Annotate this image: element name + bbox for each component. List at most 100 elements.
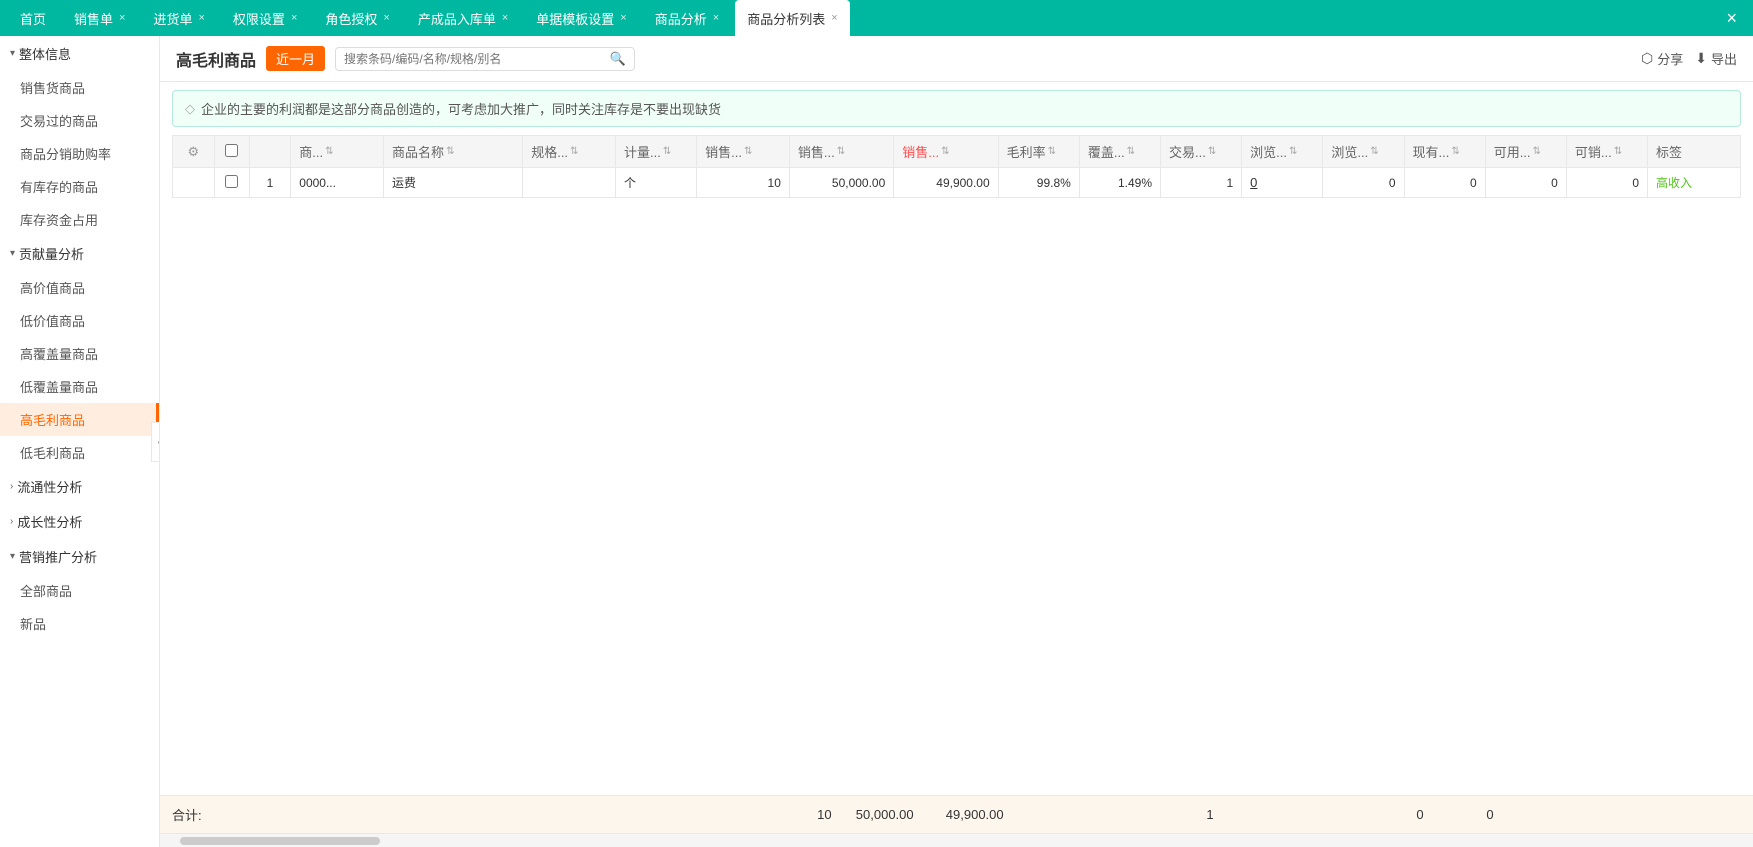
nav-item-inbound[interactable]: 产成品入库单 ×	[406, 0, 520, 36]
sidebar-item-traded-goods[interactable]: 交易过的商品	[0, 104, 159, 137]
sort-icon-browse1[interactable]: ⇅	[1289, 146, 1297, 157]
row-code[interactable]: 0000...	[291, 168, 384, 198]
row-spec	[523, 168, 616, 198]
sidebar: « ▾ 整体信息 销售货商品 交易过的商品 商品分销助购率 有库存的商品 库存资…	[0, 36, 160, 847]
th-spec[interactable]: 规格... ⇅	[523, 136, 616, 168]
nav-item-analysis[interactable]: 商品分析 ×	[643, 0, 731, 36]
sidebar-group-contribution[interactable]: ▾ 贡献量分析	[0, 236, 159, 271]
group-arrow-marketing: ▾	[10, 551, 15, 562]
sidebar-item-high-coverage[interactable]: 高覆盖量商品	[0, 337, 159, 370]
sort-icon-avail[interactable]: ⇅	[1533, 146, 1541, 157]
sort-icon-sales-amt[interactable]: ⇅	[837, 146, 845, 157]
nav-close-inbound[interactable]: ×	[502, 12, 508, 24]
nav-close-sales[interactable]: ×	[119, 12, 125, 24]
nav-item-permission[interactable]: 权限设置 ×	[221, 0, 309, 36]
sort-icon-sales-cost[interactable]: ⇅	[941, 146, 949, 157]
sort-icon-gross-rate[interactable]: ⇅	[1048, 146, 1056, 157]
th-settings[interactable]: ⚙	[173, 136, 215, 168]
sidebar-group-label-contribution: 贡献量分析	[19, 244, 84, 263]
th-browse1[interactable]: 浏览... ⇅	[1242, 136, 1323, 168]
data-table: ⚙ 商... ⇅	[172, 135, 1741, 198]
nav-item-purchase[interactable]: 进货单 ×	[141, 0, 216, 36]
sort-icon-browse2[interactable]: ⇅	[1370, 146, 1378, 157]
sort-icon-unit[interactable]: ⇅	[663, 146, 671, 157]
sidebar-item-high-margin[interactable]: 高毛利商品	[0, 403, 159, 436]
sort-icon-stock[interactable]: ⇅	[1451, 146, 1459, 157]
nav-item-home[interactable]: 首页	[8, 0, 58, 36]
info-banner: ◇ 企业的主要的利润都是这部分商品创造的，可考虑加大推广，同时关注库存是不要出现…	[172, 90, 1741, 127]
th-stock[interactable]: 现有... ⇅	[1404, 136, 1485, 168]
th-sales-amt[interactable]: 销售... ⇅	[789, 136, 893, 168]
filter-label: 近一月	[276, 52, 315, 67]
nav-close-permission[interactable]: ×	[291, 12, 297, 24]
th-avail[interactable]: 可用... ⇅	[1485, 136, 1566, 168]
nav-close-role[interactable]: ×	[383, 12, 389, 24]
nav-item-role[interactable]: 角色授权 ×	[313, 0, 401, 36]
th-cover[interactable]: 覆盖... ⇅	[1079, 136, 1160, 168]
top-nav: 首页 销售单 × 进货单 × 权限设置 × 角色授权 × 产成品入库单 × 单据…	[0, 0, 1753, 36]
window-close-button[interactable]: ×	[1718, 8, 1745, 29]
export-button[interactable]: ⬇ 导出	[1695, 49, 1737, 68]
info-icon: ◇	[185, 101, 195, 117]
sidebar-item-all-goods[interactable]: 全部商品	[0, 574, 159, 607]
row-browse1[interactable]: 0	[1242, 168, 1323, 198]
sidebar-item-sales-goods[interactable]: 销售货商品	[0, 71, 159, 104]
sidebar-item-low-margin[interactable]: 低毛利商品	[0, 436, 159, 469]
nav-item-sales[interactable]: 销售单 ×	[62, 0, 137, 36]
sidebar-collapse-button[interactable]: «	[151, 422, 160, 462]
row-name[interactable]: 运费	[384, 168, 523, 198]
sidebar-group-circulation[interactable]: › 流通性分析	[0, 469, 159, 504]
th-checkbox[interactable]	[214, 136, 249, 168]
nav-label-permission: 权限设置	[233, 9, 285, 28]
sidebar-item-high-value[interactable]: 高价值商品	[0, 271, 159, 304]
th-sales-qty[interactable]: 销售... ⇅	[697, 136, 790, 168]
sidebar-group-growth[interactable]: › 成长性分析	[0, 504, 159, 539]
select-all-checkbox[interactable]	[225, 144, 238, 157]
row-select-checkbox[interactable]	[225, 175, 238, 188]
th-unit[interactable]: 计量... ⇅	[615, 136, 696, 168]
th-code[interactable]: 商... ⇅	[291, 136, 384, 168]
th-sales-cost[interactable]: 销售... ⇅	[894, 136, 998, 168]
sidebar-item-in-stock[interactable]: 有库存的商品	[0, 170, 159, 203]
nav-close-purchase[interactable]: ×	[198, 12, 204, 24]
nav-item-template[interactable]: 单据模板设置 ×	[524, 0, 638, 36]
footer-stock: 0	[1362, 807, 1432, 822]
row-sales-qty: 10	[697, 168, 790, 198]
sidebar-item-low-coverage[interactable]: 低覆盖量商品	[0, 370, 159, 403]
header-actions: ⬡ 分享 ⬇ 导出	[1641, 49, 1737, 68]
nav-label-sales: 销售单	[74, 9, 113, 28]
nav-close-template[interactable]: ×	[620, 12, 626, 24]
horizontal-scrollbar[interactable]	[160, 833, 1753, 847]
nav-item-analysis-list[interactable]: 商品分析列表 ×	[735, 0, 849, 36]
th-name[interactable]: 商品名称 ⇅	[384, 136, 523, 168]
settings-icon[interactable]: ⚙	[188, 144, 200, 159]
sort-icon-cover[interactable]: ⇅	[1127, 146, 1135, 157]
sort-icon-sales-qty[interactable]: ⇅	[744, 146, 752, 157]
sort-icon-code[interactable]: ⇅	[325, 146, 333, 157]
sort-icon-sell[interactable]: ⇅	[1614, 146, 1622, 157]
main-layout: « ▾ 整体信息 销售货商品 交易过的商品 商品分销助购率 有库存的商品 库存资…	[0, 36, 1753, 847]
sidebar-group-overview[interactable]: ▾ 整体信息	[0, 36, 159, 71]
filter-recent-month-button[interactable]: 近一月	[266, 46, 325, 71]
nav-close-analysis-list[interactable]: ×	[831, 12, 837, 24]
sidebar-item-new-goods[interactable]: 新品	[0, 607, 159, 640]
search-icon[interactable]: 🔍	[610, 51, 626, 67]
row-checkbox[interactable]	[214, 168, 249, 198]
nav-close-analysis[interactable]: ×	[713, 12, 719, 24]
content-area: 高毛利商品 近一月 🔍 ⬡ 分享 ⬇ 导出 ◇ 企业的主	[160, 36, 1753, 847]
share-button[interactable]: ⬡ 分享	[1641, 49, 1683, 68]
sort-icon-name[interactable]: ⇅	[446, 146, 454, 157]
scrollbar-thumb[interactable]	[180, 837, 380, 845]
search-input[interactable]	[344, 52, 606, 66]
th-trade[interactable]: 交易... ⇅	[1161, 136, 1242, 168]
sidebar-item-distribution-rate[interactable]: 商品分销助购率	[0, 137, 159, 170]
sidebar-item-low-value[interactable]: 低价值商品	[0, 304, 159, 337]
sort-icon-trade[interactable]: ⇅	[1208, 146, 1216, 157]
sort-icon-spec[interactable]: ⇅	[570, 146, 578, 157]
search-box[interactable]: 🔍	[335, 47, 635, 71]
th-gross-rate[interactable]: 毛利率 ⇅	[998, 136, 1079, 168]
th-sell[interactable]: 可销... ⇅	[1566, 136, 1647, 168]
sidebar-item-stock-capital[interactable]: 库存资金占用	[0, 203, 159, 236]
th-browse2[interactable]: 浏览... ⇅	[1323, 136, 1404, 168]
sidebar-group-marketing[interactable]: ▾ 营销推广分析	[0, 539, 159, 574]
